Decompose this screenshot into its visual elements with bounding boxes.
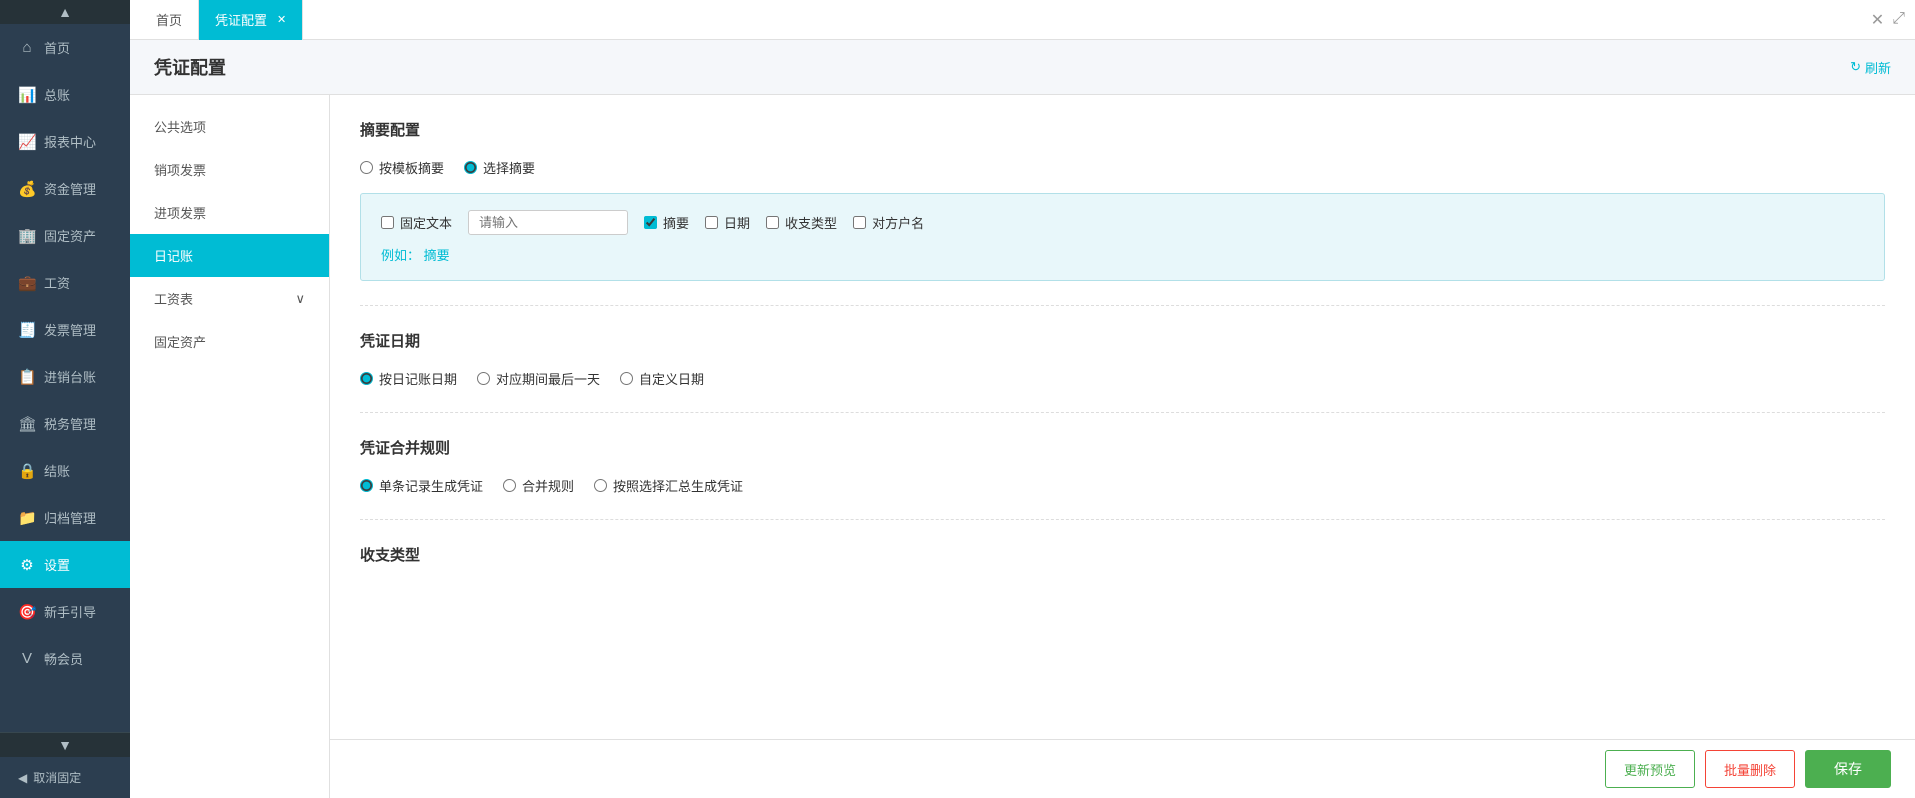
- assets-icon: 🏢: [18, 227, 36, 245]
- vip-icon: V: [18, 650, 36, 667]
- refresh-button[interactable]: ↻ 刷新: [1850, 58, 1891, 77]
- voucher-date-section: 凭证日期 按日记账日期 对应期间最后一天: [360, 330, 1885, 388]
- home-icon: ⌂: [18, 39, 36, 56]
- sidebar-item-home[interactable]: ⌂ 首页: [0, 24, 130, 71]
- update-preview-button[interactable]: 更新预览: [1605, 750, 1695, 788]
- tab-close-icon[interactable]: ✕: [277, 13, 286, 26]
- sidebar-item-funds[interactable]: 💰 资金管理: [0, 165, 130, 212]
- ledger-icon: 📊: [18, 86, 36, 104]
- sidebar-item-closing[interactable]: 🔒 结账: [0, 447, 130, 494]
- sidebar-scroll-down[interactable]: ▼: [0, 733, 130, 757]
- refresh-icon: ↻: [1850, 59, 1861, 75]
- sidebar-item-ledger[interactable]: 📊 总账: [0, 71, 130, 118]
- voucher-date-radio-group: 按日记账日期 对应期间最后一天 自定义日期: [360, 369, 1885, 388]
- main-area: 首页 凭证配置 ✕ ✕ ⤢ 凭证配置 ↻ 刷新 公共选项: [130, 0, 1915, 798]
- radio-merge-rules[interactable]: 合并规则: [503, 476, 574, 495]
- closing-icon: 🔒: [18, 462, 36, 480]
- sidebar-item-purchase-sales[interactable]: 📋 进销台账: [0, 353, 130, 400]
- checkbox-fixed-text[interactable]: 固定文本: [381, 213, 452, 232]
- sidebar-item-guide[interactable]: 🎯 新手引导: [0, 588, 130, 635]
- nav-item-purchase-invoice[interactable]: 进项发票: [130, 191, 329, 234]
- page-content: 凭证配置 ↻ 刷新 公共选项 销项发票 进项发票 日记账: [130, 40, 1915, 798]
- abstract-radio-group: 按模板摘要 选择摘要: [360, 158, 1885, 177]
- abstract-section-title: 摘要配置: [360, 119, 1885, 140]
- batch-delete-button[interactable]: 批量删除: [1705, 750, 1795, 788]
- close-window-icon[interactable]: ✕: [1871, 10, 1884, 30]
- sidebar-bottom: ▼ ◀ 取消固定: [0, 732, 130, 798]
- income-type-section: 收支类型: [360, 544, 1885, 565]
- home-tab-label: 首页: [156, 10, 182, 29]
- tab-actions: ✕ ⤢: [1871, 10, 1905, 30]
- save-button[interactable]: 保存: [1805, 750, 1891, 788]
- invoice-icon: 🧾: [18, 321, 36, 339]
- radio-select-abstract[interactable]: 选择摘要: [464, 158, 535, 177]
- chevron-down-icon: ∨: [295, 291, 305, 307]
- sidebar-item-archive[interactable]: 📁 归档管理: [0, 494, 130, 541]
- guide-icon: 🎯: [18, 603, 36, 621]
- sidebar: ▲ ⌂ 首页 📊 总账 📈 报表中心 💰 资金管理 🏢 固定资产 💼 工资 🧾 …: [0, 0, 130, 798]
- bottom-bar: 更新预览 批量删除 保存: [330, 739, 1915, 798]
- tab-home[interactable]: 首页: [140, 0, 199, 40]
- sidebar-item-vip[interactable]: V 畅会员: [0, 635, 130, 682]
- abstract-config-box: 固定文本 摘要 日期: [360, 193, 1885, 281]
- nav-item-sales-invoice[interactable]: 销项发票: [130, 148, 329, 191]
- checkbox-income-type[interactable]: 收支类型: [766, 213, 837, 232]
- sidebar-scroll-up[interactable]: ▲: [0, 0, 130, 24]
- nav-item-payroll[interactable]: 工资表 ∨: [130, 277, 329, 320]
- abstract-checkbox-row: 固定文本 摘要 日期: [381, 210, 1864, 235]
- sidebar-item-settings[interactable]: ⚙ 设置: [0, 541, 130, 588]
- voucher-date-title: 凭证日期: [360, 330, 1885, 351]
- tab-bar: 首页 凭证配置 ✕ ✕ ⤢: [130, 0, 1915, 40]
- salary-icon: 💼: [18, 274, 36, 292]
- reports-icon: 📈: [18, 133, 36, 151]
- radio-template-abstract[interactable]: 按模板摘要: [360, 158, 444, 177]
- voucher-config-tab-label: 凭证配置: [215, 10, 267, 29]
- purchase-icon: 📋: [18, 368, 36, 386]
- sidebar-item-salary[interactable]: 💼 工资: [0, 259, 130, 306]
- merge-rules-section: 凭证合并规则 单条记录生成凭证 合并规则: [360, 437, 1885, 495]
- tax-icon: 🏛: [18, 415, 36, 433]
- pin-icon: ◀: [18, 771, 27, 785]
- funds-icon: 💰: [18, 180, 36, 198]
- radio-custom-date[interactable]: 自定义日期: [620, 369, 704, 388]
- abstract-section: 摘要配置 按模板摘要 选择摘要: [360, 119, 1885, 281]
- content-layout: 公共选项 销项发票 进项发票 日记账 工资表 ∨ 固定资产: [130, 95, 1915, 798]
- tab-voucher-config[interactable]: 凭证配置 ✕: [199, 0, 303, 40]
- checkbox-counterpart-name[interactable]: 对方户名: [853, 213, 924, 232]
- nav-item-public[interactable]: 公共选项: [130, 105, 329, 148]
- checkbox-abstract[interactable]: 摘要: [644, 213, 689, 232]
- radio-single-record[interactable]: 单条记录生成凭证: [360, 476, 483, 495]
- fixed-text-input[interactable]: [468, 210, 628, 235]
- radio-last-day-of-period[interactable]: 对应期间最后一天: [477, 369, 600, 388]
- settings-icon: ⚙: [18, 556, 36, 574]
- unpin-button[interactable]: ◀ 取消固定: [0, 757, 130, 798]
- nav-item-journal[interactable]: 日记账: [130, 234, 329, 277]
- sidebar-item-tax[interactable]: 🏛 税务管理: [0, 400, 130, 447]
- radio-select-summary[interactable]: 按照选择汇总生成凭证: [594, 476, 743, 495]
- expand-window-icon[interactable]: ⤢: [1892, 10, 1905, 30]
- income-type-title: 收支类型: [360, 544, 1885, 565]
- sidebar-item-reports[interactable]: 📈 报表中心: [0, 118, 130, 165]
- merge-rules-title: 凭证合并规则: [360, 437, 1885, 458]
- checkbox-date[interactable]: 日期: [705, 213, 750, 232]
- merge-rules-radio-group: 单条记录生成凭证 合并规则 按照选择汇总生成凭证: [360, 476, 1885, 495]
- sidebar-item-assets[interactable]: 🏢 固定资产: [0, 212, 130, 259]
- abstract-example: 例如： 摘要: [381, 245, 1864, 264]
- left-nav: 公共选项 销项发票 进项发票 日记账 工资表 ∨ 固定资产: [130, 95, 330, 798]
- sidebar-item-invoice-mgmt[interactable]: 🧾 发票管理: [0, 306, 130, 353]
- archive-icon: 📁: [18, 509, 36, 527]
- nav-item-fixed-assets[interactable]: 固定资产: [130, 320, 329, 363]
- right-content: 摘要配置 按模板摘要 选择摘要: [330, 95, 1915, 739]
- page-header: 凭证配置 ↻ 刷新: [130, 40, 1915, 95]
- radio-by-journal-date[interactable]: 按日记账日期: [360, 369, 457, 388]
- page-title: 凭证配置: [154, 54, 226, 80]
